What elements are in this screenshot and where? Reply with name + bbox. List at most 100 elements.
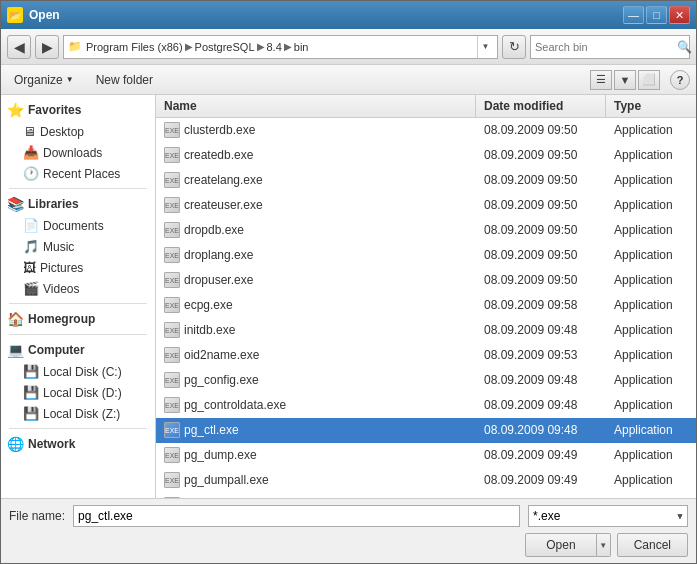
file-date-cell: 08.09.2009 09:50 xyxy=(476,271,606,289)
star-icon: ⭐ xyxy=(7,102,24,118)
dialog-title: Open xyxy=(29,8,60,22)
sidebar-group-homegroup[interactable]: 🏠 Homegroup xyxy=(1,308,155,330)
sidebar-item-pictures[interactable]: 🖼 Pictures xyxy=(1,257,155,278)
address-dropdown[interactable]: ▼ xyxy=(477,36,493,58)
file-name-cell: EXEcreatelang.exe xyxy=(156,170,476,190)
path-segment-4[interactable]: bin xyxy=(294,41,309,53)
file-icon: EXE xyxy=(164,172,180,188)
table-row[interactable]: EXEpg_controldata.exe08.09.2009 09:48App… xyxy=(156,393,696,418)
file-type-cell: Application xyxy=(606,446,696,464)
sidebar-item-local-d[interactable]: 💾 Local Disk (D:) xyxy=(1,382,155,403)
column-header-type[interactable]: Type xyxy=(606,95,696,117)
file-icon: EXE xyxy=(164,397,180,413)
minimize-button[interactable]: — xyxy=(623,6,644,24)
pictures-label: Pictures xyxy=(40,261,83,275)
sidebar-item-music[interactable]: 🎵 Music xyxy=(1,236,155,257)
view-dropdown-button[interactable]: ▼ xyxy=(614,70,636,90)
sidebar-item-desktop[interactable]: 🖥 Desktop xyxy=(1,121,155,142)
sidebar-item-videos[interactable]: 🎬 Videos xyxy=(1,278,155,299)
cancel-button[interactable]: Cancel xyxy=(617,533,688,557)
actions-bar: Organize ▼ New folder ☰ ▼ ⬜ ? xyxy=(1,65,696,95)
refresh-button[interactable]: ↻ xyxy=(502,35,526,59)
column-header-date[interactable]: Date modified xyxy=(476,95,606,117)
sidebar-section-libraries: 📚 Libraries 📄 Documents 🎵 Music 🖼 Pictur… xyxy=(1,193,155,299)
table-row[interactable]: EXEdropdb.exe08.09.2009 09:50Application xyxy=(156,218,696,243)
file-icon: EXE xyxy=(164,147,180,163)
preview-button[interactable]: ⬜ xyxy=(638,70,660,90)
table-row[interactable]: EXEdropuser.exe08.09.2009 09:50Applicati… xyxy=(156,268,696,293)
open-button[interactable]: Open xyxy=(525,533,596,557)
table-row[interactable]: EXEecpg.exe08.09.2009 09:58Application xyxy=(156,293,696,318)
sidebar-group-network[interactable]: 🌐 Network xyxy=(1,433,155,455)
file-list[interactable]: EXEclusterdb.exe08.09.2009 09:50Applicat… xyxy=(156,118,696,498)
file-date-cell: 08.09.2009 09:50 xyxy=(476,146,606,164)
file-date-cell: 08.09.2009 09:48 xyxy=(476,371,606,389)
sidebar-group-libraries[interactable]: 📚 Libraries xyxy=(1,193,155,215)
sidebar-item-downloads[interactable]: 📥 Downloads xyxy=(1,142,155,163)
table-row[interactable]: EXEpg_ctl.exe08.09.2009 09:48Application xyxy=(156,418,696,443)
table-row[interactable]: EXEdroplang.exe08.09.2009 09:50Applicati… xyxy=(156,243,696,268)
open-dropdown-button[interactable]: ▼ xyxy=(597,533,611,557)
new-folder-button[interactable]: New folder xyxy=(89,70,160,90)
search-box: 🔍 xyxy=(530,35,690,59)
close-button[interactable]: ✕ xyxy=(669,6,690,24)
address-bar[interactable]: 📁 Program Files (x86) ▶ PostgreSQL ▶ 8.4… xyxy=(63,35,498,59)
sidebar-item-local-z[interactable]: 💾 Local Disk (Z:) xyxy=(1,403,155,424)
file-type-select[interactable]: *.exe xyxy=(528,505,688,527)
videos-icon: 🎬 xyxy=(23,281,39,296)
sidebar-section-favorites: ⭐ Favorites 🖥 Desktop 📥 Downloads 🕐 Rece… xyxy=(1,99,155,184)
organize-arrow-icon: ▼ xyxy=(66,75,74,84)
table-row[interactable]: EXEpg_dumpall.exe08.09.2009 09:49Applica… xyxy=(156,468,696,493)
sidebar-group-computer[interactable]: 💻 Computer xyxy=(1,339,155,361)
path-segment-1[interactable]: Program Files (x86) xyxy=(86,41,183,53)
table-row[interactable]: EXEcreateuser.exe08.09.2009 09:50Applica… xyxy=(156,193,696,218)
local-z-label: Local Disk (Z:) xyxy=(43,407,120,421)
folder-icon: 📁 xyxy=(68,40,82,53)
table-row[interactable]: EXEclusterdb.exe08.09.2009 09:50Applicat… xyxy=(156,118,696,143)
file-icon: EXE xyxy=(164,372,180,388)
file-name-text: clusterdb.exe xyxy=(184,123,255,137)
table-row[interactable]: EXEinitdb.exe08.09.2009 09:48Application xyxy=(156,318,696,343)
sidebar-item-documents[interactable]: 📄 Documents xyxy=(1,215,155,236)
file-name-cell: EXEecpg.exe xyxy=(156,295,476,315)
file-name-text: ecpg.exe xyxy=(184,298,233,312)
pictures-icon: 🖼 xyxy=(23,260,36,275)
file-name-text: pg_dumpall.exe xyxy=(184,473,269,487)
file-icon: EXE xyxy=(164,322,180,338)
file-name-cell: EXEdroplang.exe xyxy=(156,245,476,265)
path-segment-3[interactable]: 8.4 xyxy=(267,41,282,53)
file-name-text: initdb.exe xyxy=(184,323,235,337)
file-type-cell: Application xyxy=(606,171,696,189)
sidebar-section-homegroup: 🏠 Homegroup xyxy=(1,308,155,330)
table-row[interactable]: EXEpg_dump.exe08.09.2009 09:49Applicatio… xyxy=(156,443,696,468)
sidebar-group-favorites[interactable]: ⭐ Favorites xyxy=(1,99,155,121)
open-dialog: 📂 Open — □ ✕ ◀ ▶ 📁 Program Files (x86) ▶… xyxy=(0,0,697,564)
path-segment-2[interactable]: PostgreSQL xyxy=(195,41,255,53)
file-name-input[interactable] xyxy=(73,505,520,527)
sidebar-item-local-c[interactable]: 💾 Local Disk (C:) xyxy=(1,361,155,382)
file-date-cell: 08.09.2009 09:58 xyxy=(476,296,606,314)
table-row[interactable]: EXEcreatelang.exe08.09.2009 09:50Applica… xyxy=(156,168,696,193)
file-type-cell: Application xyxy=(606,271,696,289)
file-name-text: droplang.exe xyxy=(184,248,253,262)
table-row[interactable]: EXEcreatedb.exe08.09.2009 09:50Applicati… xyxy=(156,143,696,168)
back-button[interactable]: ◀ xyxy=(7,35,31,59)
maximize-button[interactable]: □ xyxy=(646,6,667,24)
organize-button[interactable]: Organize ▼ xyxy=(7,70,81,90)
file-list-header: Name Date modified Type xyxy=(156,95,696,118)
file-date-cell: 08.09.2009 09:50 xyxy=(476,196,606,214)
sidebar-section-network: 🌐 Network xyxy=(1,433,155,455)
view-list-button[interactable]: ☰ xyxy=(590,70,612,90)
table-row[interactable]: EXEoid2name.exe08.09.2009 09:53Applicati… xyxy=(156,343,696,368)
sidebar-item-recent[interactable]: 🕐 Recent Places xyxy=(1,163,155,184)
column-header-name[interactable]: Name xyxy=(156,95,476,117)
help-button[interactable]: ? xyxy=(670,70,690,90)
table-row[interactable]: EXEpg_config.exe08.09.2009 09:48Applicat… xyxy=(156,368,696,393)
forward-button[interactable]: ▶ xyxy=(35,35,59,59)
file-type-cell: Application xyxy=(606,346,696,364)
search-input[interactable] xyxy=(535,41,673,53)
divider-2 xyxy=(9,303,147,304)
downloads-label: Downloads xyxy=(43,146,102,160)
file-date-cell: 08.09.2009 09:50 xyxy=(476,171,606,189)
file-type-cell: Application xyxy=(606,146,696,164)
